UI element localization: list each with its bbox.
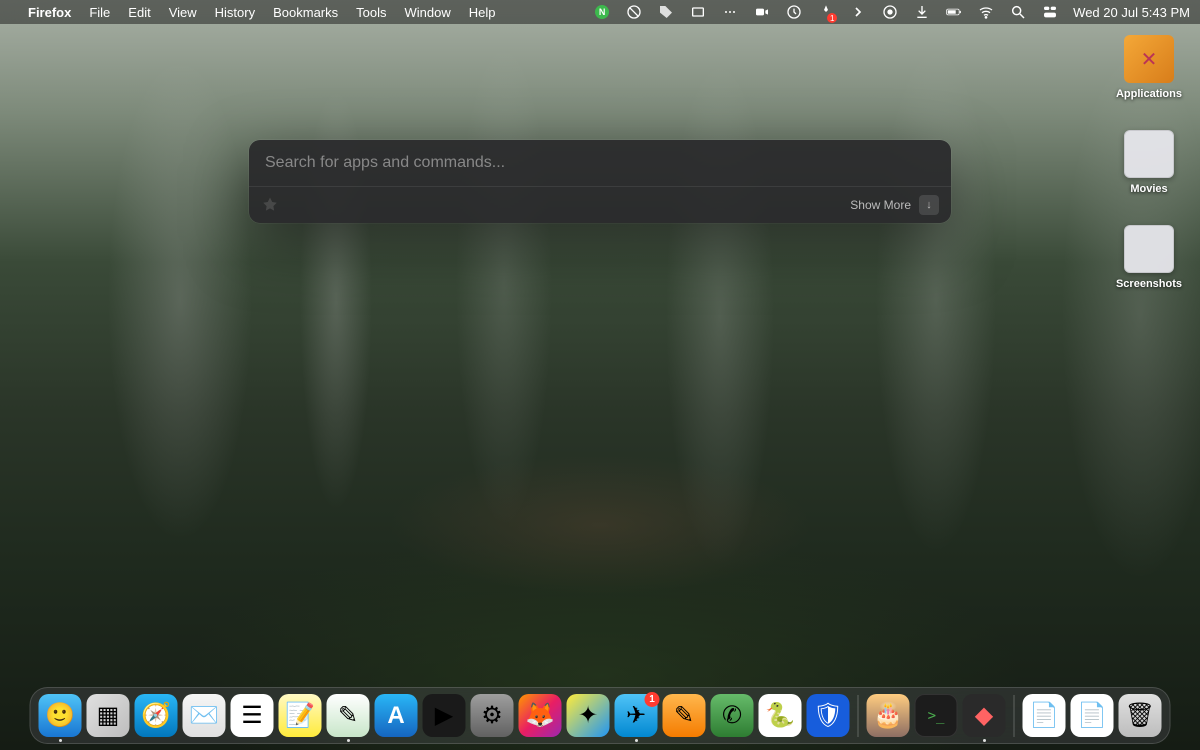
status-video-icon[interactable] [753, 3, 771, 21]
show-more-button[interactable]: Show More [850, 198, 911, 212]
status-n-badge[interactable]: N [593, 3, 611, 21]
status-wifi-icon[interactable] [977, 3, 995, 21]
dock-app-doc1[interactable]: 📄 [1023, 694, 1066, 737]
app-menu[interactable]: Firefox [28, 5, 71, 20]
dock-app-notes[interactable]: 📝 [279, 694, 322, 737]
applications-folder-icon [1124, 35, 1174, 83]
dock-app-whatsapp[interactable]: ✆ [711, 694, 754, 737]
dock: 🙂▦🧭✉️☰📝✎A▶⚙🦊✦✈1✎✆🐍🛡 🎂>_◆ 📄📄🗑 [30, 687, 1171, 744]
dock-app-firefox[interactable]: 🦊 [519, 694, 562, 737]
desktop-icon-screenshots[interactable]: Screenshots [1116, 225, 1182, 290]
menu-edit[interactable]: Edit [128, 5, 150, 20]
search-window: Show More ↓ [249, 140, 951, 223]
raycast-footer-icon [261, 196, 279, 214]
dock-app-trash[interactable]: 🗑 [1119, 694, 1162, 737]
status-timemachine-icon[interactable] [785, 3, 803, 21]
menu-view[interactable]: View [169, 5, 197, 20]
status-nosign-icon[interactable] [625, 3, 643, 21]
dock-app-doc2[interactable]: 📄 [1071, 694, 1114, 737]
menubar-datetime[interactable]: Wed 20 Jul 5:43 PM [1073, 5, 1190, 20]
dock-app-pages[interactable]: ✎ [663, 694, 706, 737]
status-battery-icon[interactable] [945, 3, 963, 21]
dock-separator [1014, 695, 1015, 737]
status-controlcenter-icon[interactable] [1041, 3, 1059, 21]
dock-app-settings[interactable]: ⚙ [471, 694, 514, 737]
desktop-icon-label: Screenshots [1116, 278, 1182, 290]
status-screenshot-icon[interactable] [689, 3, 707, 21]
dock-app-mail[interactable]: ✉️ [183, 694, 226, 737]
menu-history[interactable]: History [215, 5, 255, 20]
status-rocket-icon[interactable] [817, 3, 835, 21]
dock-app-safari[interactable]: 🧭 [135, 694, 178, 737]
desktop-wallpaper [0, 0, 1200, 750]
dock-app-reminders[interactable]: ☰ [231, 694, 274, 737]
menu-tools[interactable]: Tools [356, 5, 386, 20]
key-hint-down: ↓ [919, 195, 939, 215]
desktop-icon-movies[interactable]: Movies [1116, 130, 1182, 195]
dock-app-python[interactable]: 🐍 [759, 694, 802, 737]
status-dots-icon[interactable] [721, 3, 739, 21]
menu-file[interactable]: File [89, 5, 110, 20]
desktop-icon-label: Applications [1116, 88, 1182, 100]
dock-app-remote[interactable]: ▶ [423, 694, 466, 737]
notification-badge: 1 [645, 692, 660, 707]
status-chevron-icon[interactable] [849, 3, 867, 21]
status-spotlight-icon[interactable] [1009, 3, 1027, 21]
status-tag-icon[interactable] [657, 3, 675, 21]
dock-app-raycast[interactable]: ◆ [963, 694, 1006, 737]
menubar: Firefox File Edit View History Bookmarks… [0, 0, 1200, 24]
desktop-icon-label: Movies [1130, 183, 1167, 195]
dock-app-freeform[interactable]: ✎ [327, 694, 370, 737]
dock-app-bitwarden[interactable]: 🛡 [807, 694, 850, 737]
status-download-icon[interactable] [913, 3, 931, 21]
dock-separator [858, 695, 859, 737]
status-record-icon[interactable] [881, 3, 899, 21]
desktop-icon-applications[interactable]: Applications [1116, 35, 1182, 100]
dock-app-terminal[interactable]: >_ [915, 694, 958, 737]
movies-folder-icon [1124, 130, 1174, 178]
desktop-icons: Applications Movies Screenshots [1116, 35, 1182, 290]
dock-app-cake[interactable]: 🎂 [867, 694, 910, 737]
dock-app-tools[interactable]: ✦ [567, 694, 610, 737]
dock-app-finder[interactable]: 🙂 [39, 694, 82, 737]
screenshots-folder-icon [1124, 225, 1174, 273]
dock-app-launchpad[interactable]: ▦ [87, 694, 130, 737]
dock-app-appstore[interactable]: A [375, 694, 418, 737]
dock-app-telegram[interactable]: ✈1 [615, 694, 658, 737]
menu-help[interactable]: Help [469, 5, 496, 20]
search-input[interactable] [265, 154, 935, 172]
menu-window[interactable]: Window [405, 5, 451, 20]
menu-bookmarks[interactable]: Bookmarks [273, 5, 338, 20]
